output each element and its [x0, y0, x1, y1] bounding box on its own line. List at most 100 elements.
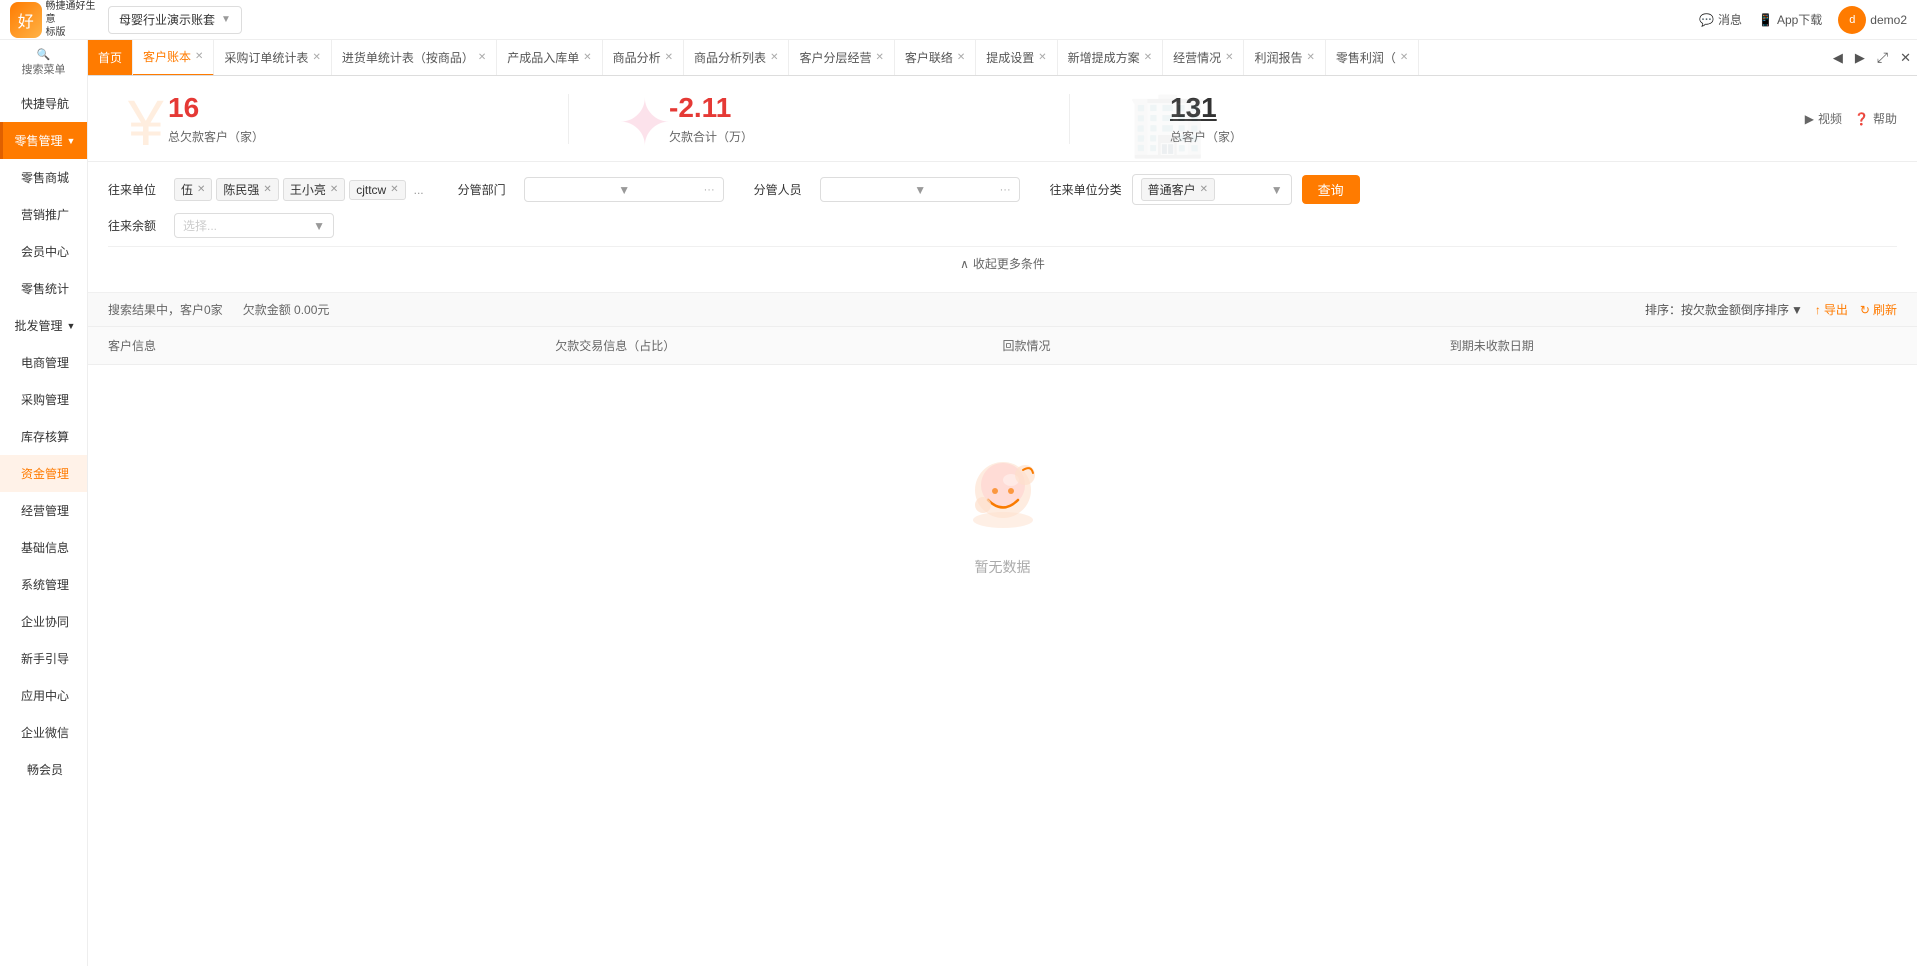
sidebar-item-wholesale-mgmt[interactable]: 批发管理 ▼ — [0, 307, 87, 344]
content-body: ¥ ✦ 🏢 16 总欠款客户（家） -2.11 欠款合计（万） 131 — [88, 76, 1917, 966]
tab-promotion-settings[interactable]: 提成设置 ✕ — [976, 40, 1057, 76]
tab-retail-profit[interactable]: 零售利润（ ✕ — [1326, 40, 1419, 76]
tab-prev-button[interactable]: ◀ — [1827, 50, 1849, 66]
message-button[interactable]: 💬 消息 — [1699, 11, 1742, 28]
tab-close-all-button[interactable]: ✕ — [1894, 50, 1917, 66]
tab-product-analysis[interactable]: 商品分析 ✕ — [603, 40, 684, 76]
chevron-up-icon: ∧ — [960, 257, 969, 271]
filter-dept-select[interactable]: ▼ ··· — [524, 177, 724, 202]
close-icon[interactable]: ✕ — [957, 52, 965, 63]
result-bar-right: 排序：按欠款金额倒序排序 ▼ ↑ 导出 ↻ 刷新 — [1645, 301, 1897, 318]
play-icon: ▶ — [1805, 112, 1814, 126]
sidebar-item-retail-mall[interactable]: 零售商城 — [0, 159, 87, 196]
filter-unit-class-label: 往来单位分类 — [1050, 181, 1122, 198]
close-icon[interactable]: ✕ — [875, 52, 883, 63]
video-help-area: ▶ 视频 ❓ 帮助 — [1805, 110, 1897, 127]
logo-text: 畅捷通好生意 标版 — [46, 0, 99, 39]
filter-unit-tags: 伍 ✕ 陈民强 ✕ 王小亮 ✕ — [174, 178, 428, 201]
stat-debt: -2.11 欠款合计（万） — [609, 92, 1029, 145]
close-icon[interactable]: ✕ — [665, 52, 673, 63]
close-icon[interactable]: ✕ — [478, 52, 486, 63]
tab-purchase-order-stats[interactable]: 采购订单统计表 ✕ — [214, 40, 331, 76]
user-profile-button[interactable]: d demo2 — [1838, 6, 1907, 34]
download-icon: 📱 — [1758, 13, 1773, 27]
close-icon[interactable]: ✕ — [770, 52, 778, 63]
tab-home[interactable]: 首页 — [88, 40, 133, 76]
stat-divider-2 — [1069, 94, 1070, 144]
app-download-button[interactable]: 📱 App下载 — [1758, 11, 1822, 28]
close-icon[interactable]: ✕ — [1144, 52, 1152, 63]
sidebar-item-retail-stats[interactable]: 零售统计 — [0, 270, 87, 307]
close-icon[interactable]: ✕ — [1400, 52, 1408, 63]
video-button[interactable]: ▶ 视频 — [1805, 110, 1842, 127]
filter-row-balance: 往来余额 选择... ▼ — [108, 213, 1897, 238]
sidebar-item-membership[interactable]: 会员中心 — [0, 233, 87, 270]
remove-tag-chen[interactable]: ✕ — [263, 184, 271, 195]
filter-more-button[interactable]: ... — [410, 181, 428, 199]
filter-person-label: 分管人员 — [754, 181, 810, 198]
sidebar-item-purchase-mgmt[interactable]: 采购管理 — [0, 381, 87, 418]
sort-select[interactable]: 排序：按欠款金额倒序排序 ▼ — [1645, 301, 1803, 318]
sidebar-item-new-user-guide[interactable]: 新手引导 — [0, 640, 87, 677]
refresh-button[interactable]: ↻ 刷新 — [1860, 301, 1897, 318]
close-icon[interactable]: ✕ — [195, 51, 203, 62]
tab-next-button[interactable]: ▶ — [1849, 50, 1871, 66]
sidebar-item-app-center[interactable]: 应用中心 — [0, 677, 87, 714]
sidebar-item-pro-member[interactable]: 畅会员 — [0, 751, 87, 788]
stat-customers-value: 16 — [168, 92, 528, 124]
search-result-text: 搜索结果中，客户0家 — [108, 301, 223, 318]
tab-inbound-stats[interactable]: 进货单统计表（按商品） ✕ — [332, 40, 497, 76]
sidebar-item-inventory-check[interactable]: 库存核算 — [0, 418, 87, 455]
filter-balance-label: 往来余额 — [108, 217, 164, 234]
tab-customer-contact[interactable]: 客户联络 ✕ — [895, 40, 976, 76]
stat-bg-icon-total: 🏢 — [1128, 86, 1208, 161]
chevron-down-icon: ▼ — [1271, 183, 1283, 197]
export-button[interactable]: ↑ 导出 — [1815, 301, 1848, 318]
tab-operation-status[interactable]: 经营情况 ✕ — [1163, 40, 1244, 76]
tab-customer-tier[interactable]: 客户分层经营 ✕ — [789, 40, 894, 76]
remove-tag-wang[interactable]: ✕ — [330, 184, 338, 195]
company-selector[interactable]: 母婴行业演示账套 ▼ — [108, 6, 242, 34]
close-icon[interactable]: ✕ — [583, 52, 591, 63]
sidebar-item-capital-mgmt[interactable]: 资金管理 — [0, 455, 87, 492]
filter-unit-class-select[interactable]: 普通客户 ✕ ▼ — [1132, 174, 1292, 205]
top-bar: 好 畅捷通好生意 标版 母婴行业演示账套 ▼ 💬 消息 📱 App下载 d de… — [0, 0, 1917, 40]
chevron-down-icon: ▼ — [914, 183, 926, 197]
remove-tag-wu[interactable]: ✕ — [197, 184, 205, 195]
sidebar-item-marketing[interactable]: 营销推广 — [0, 196, 87, 233]
message-icon: 💬 — [1699, 13, 1714, 27]
remove-tag-common-customer[interactable]: ✕ — [1200, 184, 1208, 195]
tab-controls: ◀ ▶ ⤢ ✕ — [1827, 49, 1917, 66]
tab-profit-report[interactable]: 利润报告 ✕ — [1244, 40, 1325, 76]
sidebar-item-retail-mgmt[interactable]: 零售管理 ▼ — [0, 122, 87, 159]
query-button[interactable]: 查询 — [1302, 175, 1360, 204]
sidebar-item-enterprise-agreement[interactable]: 企业协同 — [0, 603, 87, 640]
tab-product-inbound[interactable]: 产成品入库单 ✕ — [497, 40, 602, 76]
sidebar-item-quick-nav[interactable]: 快捷导航 — [0, 85, 87, 122]
search-menu-button[interactable]: 🔍 搜索菜单 — [0, 40, 87, 85]
collapse-button[interactable]: ∧ 收起更多条件 — [960, 251, 1045, 276]
tab-expand-button[interactable]: ⤢ — [1871, 49, 1894, 66]
tab-customer-accounts[interactable]: 客户账本 ✕ — [133, 40, 214, 76]
filter-person-select[interactable]: ▼ ··· — [820, 177, 1020, 202]
remove-tag-cjttcw[interactable]: ✕ — [390, 184, 398, 195]
filter-tag-cjttcw: cjttcw ✕ — [349, 180, 405, 200]
stat-debt-label: 欠款合计（万） — [669, 128, 1029, 145]
close-icon[interactable]: ✕ — [1225, 52, 1233, 63]
table-header: 客户信息 欠款交易信息（占比） 回款情况 到期未收款日期 — [88, 327, 1917, 365]
tab-product-analysis-list[interactable]: 商品分析列表 ✕ — [684, 40, 789, 76]
close-icon[interactable]: ✕ — [1038, 52, 1046, 63]
stat-total-label: 总客户（家） — [1170, 128, 1510, 145]
close-icon[interactable]: ✕ — [1307, 52, 1315, 63]
sidebar-item-ecommerce-mgmt[interactable]: 电商管理 — [0, 344, 87, 381]
help-button[interactable]: ❓ 帮助 — [1854, 110, 1897, 127]
sidebar-item-system-mgmt[interactable]: 系统管理 — [0, 566, 87, 603]
sidebar-item-operations-mgmt[interactable]: 经营管理 — [0, 492, 87, 529]
close-icon[interactable]: ✕ — [312, 52, 320, 63]
tab-new-promotion-plan[interactable]: 新增提成方案 ✕ — [1058, 40, 1163, 76]
stats-area: ¥ ✦ 🏢 16 总欠款客户（家） -2.11 欠款合计（万） 131 — [88, 76, 1917, 162]
filter-balance-select[interactable]: 选择... ▼ — [174, 213, 334, 238]
sidebar-item-basic-info[interactable]: 基础信息 — [0, 529, 87, 566]
debt-amount-text: 欠款金额 0.00元 — [243, 301, 330, 318]
sidebar-item-enterprise-wechat[interactable]: 企业微信 — [0, 714, 87, 751]
